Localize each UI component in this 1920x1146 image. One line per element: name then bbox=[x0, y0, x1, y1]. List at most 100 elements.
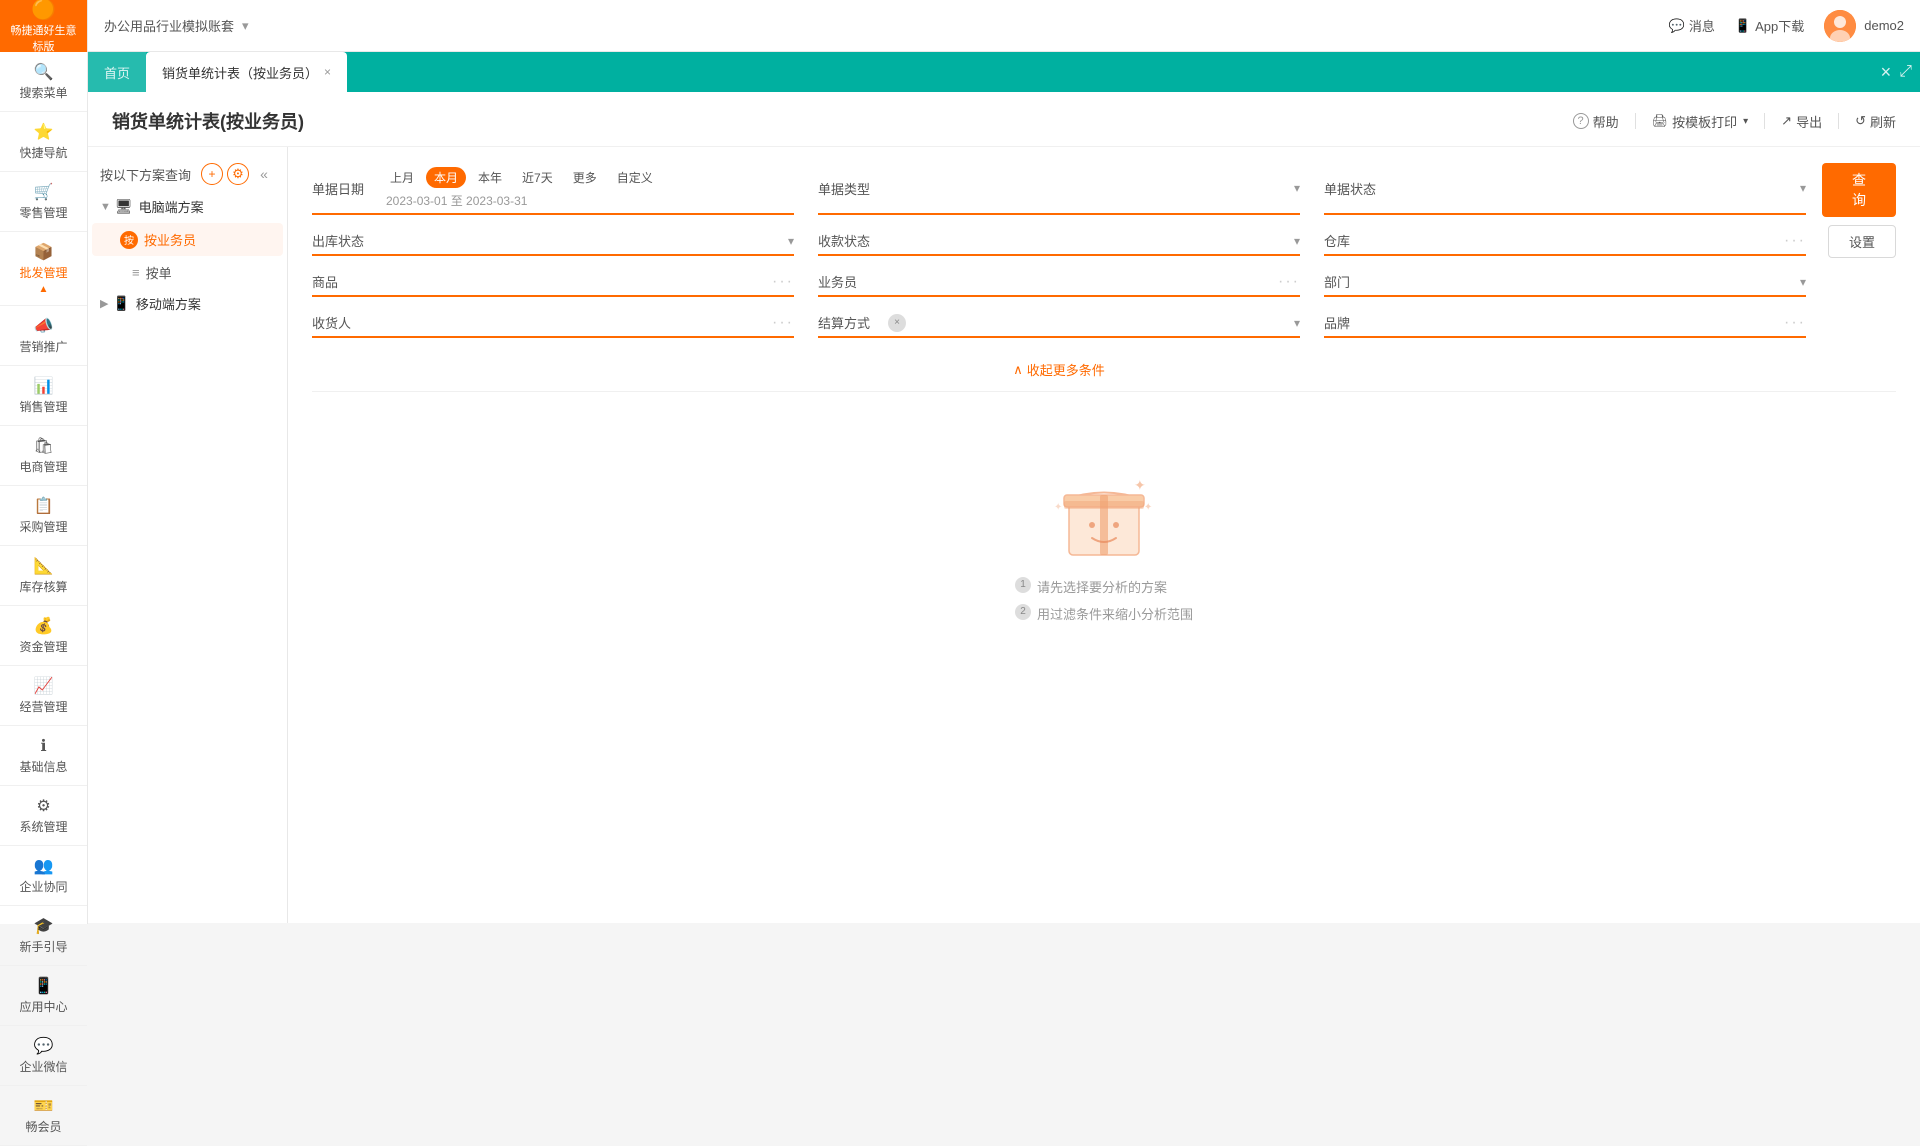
sidebar-item-vip-label: 畅会员 bbox=[4, 1118, 83, 1135]
collapse-scheme-button[interactable]: « bbox=[253, 163, 275, 185]
svg-text:✦: ✦ bbox=[1054, 502, 1062, 513]
scheme-sub-item-by-order[interactable]: ≡ 按单 bbox=[88, 257, 287, 288]
sidebar-item-system[interactable]: ⚙ 系统管理 bbox=[0, 786, 87, 846]
divider-2 bbox=[1764, 113, 1765, 129]
tab-bar-end: × ⤢ bbox=[1881, 62, 1920, 83]
sidebar-item-search[interactable]: 🔍 搜索菜单 bbox=[0, 52, 87, 112]
scheme-item-by-salesman[interactable]: 按 按业务员 bbox=[92, 223, 283, 256]
filter-settlement[interactable]: 结算方式 × ▾ bbox=[818, 309, 1300, 338]
refresh-button[interactable]: ↺ 刷新 bbox=[1855, 112, 1896, 131]
date-btn-custom[interactable]: 自定义 bbox=[609, 167, 661, 188]
doc-type-select[interactable]: ▾ bbox=[888, 181, 1300, 195]
warehouse-select[interactable]: ··· bbox=[1394, 232, 1806, 250]
help-button[interactable]: ? 帮助 bbox=[1573, 112, 1619, 131]
page-title-bar: 销货单统计表(按业务员) ? 帮助 🖨 按模板打印 ▾ ↗ 导出 bbox=[88, 92, 1920, 147]
receiver-input[interactable] bbox=[382, 315, 772, 330]
filter-receipt-status[interactable]: 收款状态 ▾ bbox=[818, 227, 1300, 256]
tab-home[interactable]: 首页 bbox=[88, 52, 146, 92]
settlement-clear-icon[interactable]: × bbox=[888, 314, 906, 332]
sidebar-item-operations[interactable]: 📈 经营管理 bbox=[0, 666, 87, 726]
salesman-select[interactable]: ··· bbox=[888, 273, 1300, 291]
sidebar-item-finance[interactable]: 💰 资金管理 bbox=[0, 606, 87, 666]
scheme-title: 按以下方案查询 bbox=[100, 165, 191, 184]
message-action[interactable]: 💬 消息 bbox=[1669, 16, 1715, 35]
sidebar-item-sales[interactable]: 📊 销售管理 bbox=[0, 366, 87, 426]
sidebar-item-system-label: 系统管理 bbox=[4, 818, 83, 835]
filter-warehouse: 仓库 ··· bbox=[1324, 227, 1806, 256]
query-button[interactable]: 查询 bbox=[1822, 163, 1896, 217]
sidebar-item-newuser[interactable]: 🎓 新手引导 bbox=[0, 906, 87, 966]
sidebar-item-inventory[interactable]: 📐 库存核算 bbox=[0, 546, 87, 606]
goods-select[interactable]: ··· bbox=[382, 273, 794, 291]
receipt-status-select[interactable]: ▾ bbox=[888, 234, 1300, 248]
date-btn-more[interactable]: 更多 bbox=[565, 167, 605, 188]
export-button[interactable]: ↗ 导出 bbox=[1781, 112, 1822, 131]
filter-doc-status[interactable]: 单据状态 ▾ bbox=[1324, 163, 1806, 215]
settings-button[interactable]: 设置 bbox=[1828, 225, 1896, 258]
sidebar-item-collaboration[interactable]: 👥 企业协同 bbox=[0, 846, 87, 906]
svg-text:✦: ✦ bbox=[1134, 477, 1146, 493]
sidebar-item-appcenter[interactable]: 📱 应用中心 bbox=[0, 966, 87, 1026]
sidebar-item-quick-nav[interactable]: ⭐ 快捷导航 bbox=[0, 112, 87, 172]
app-name: 办公用品行业模拟账套 bbox=[104, 16, 234, 35]
appcenter-icon: 📱 bbox=[4, 976, 83, 996]
dept-arrow-icon: ▾ bbox=[1800, 275, 1806, 289]
salesman-dots-icon[interactable]: ··· bbox=[1278, 273, 1300, 291]
filter-doc-type[interactable]: 单据类型 ▾ bbox=[818, 163, 1300, 215]
date-btn-7days[interactable]: 近7天 bbox=[514, 167, 561, 188]
sub-order-icon: ≡ bbox=[132, 265, 140, 280]
print-button[interactable]: 🖨 按模板打印 ▾ bbox=[1652, 112, 1749, 131]
hint-text-2: 用过滤条件来缩小分析范围 bbox=[1037, 603, 1193, 626]
app-download-action[interactable]: 📱 App下载 bbox=[1735, 16, 1804, 35]
empty-text: 1 请先选择要分析的方案 2 用过滤条件来缩小分析范围 bbox=[1015, 576, 1193, 627]
tab-close-icon[interactable]: × bbox=[324, 65, 331, 79]
settlement-select[interactable]: × ▾ bbox=[888, 314, 1300, 332]
sidebar-item-marketing[interactable]: 📣 营销推广 bbox=[0, 306, 87, 366]
collapse-bar: ∧ 收起更多条件 bbox=[312, 350, 1806, 383]
goods-dots-icon[interactable]: ··· bbox=[772, 273, 794, 291]
sidebar-item-wholesale[interactable]: 📦 批发管理 ▲ bbox=[0, 232, 87, 306]
collapse-button[interactable]: ∧ 收起更多条件 bbox=[1013, 360, 1105, 379]
sidebar-item-ecommerce-label: 电商管理 bbox=[4, 458, 83, 475]
sidebar-item-purchase[interactable]: 📋 采购管理 bbox=[0, 486, 87, 546]
doc-type-label: 单据类型 bbox=[818, 179, 888, 198]
doc-status-label: 单据状态 bbox=[1324, 179, 1394, 198]
sales-icon: 📊 bbox=[4, 376, 83, 396]
sidebar-item-quick-nav-label: 快捷导航 bbox=[4, 144, 83, 161]
app-dropdown-icon[interactable]: ▾ bbox=[242, 18, 249, 34]
refresh-label: 刷新 bbox=[1870, 112, 1896, 131]
avatar bbox=[1824, 10, 1856, 42]
brand-select[interactable]: ··· bbox=[1394, 314, 1806, 332]
print-label: 按模板打印 bbox=[1672, 112, 1737, 131]
tab-sales-stat[interactable]: 销货单统计表（按业务员） × bbox=[146, 52, 347, 92]
doc-status-select[interactable]: ▾ bbox=[1394, 181, 1806, 195]
sidebar-item-vip[interactable]: 🎫 畅会员 bbox=[0, 1086, 87, 1146]
date-btn-this-month[interactable]: 本月 bbox=[426, 167, 466, 188]
sidebar-item-ecommerce[interactable]: 🛍 电商管理 bbox=[0, 426, 87, 486]
warehouse-dots-icon[interactable]: ··· bbox=[1784, 232, 1806, 250]
date-btn-this-year[interactable]: 本年 bbox=[470, 167, 510, 188]
out-status-select[interactable]: ▾ bbox=[382, 234, 794, 248]
app-download-label: App下载 bbox=[1755, 16, 1804, 35]
group-desktop-icon: 🖥 bbox=[115, 198, 133, 215]
settings-scheme-button[interactable]: ⚙ bbox=[227, 163, 249, 185]
date-btn-last-month[interactable]: 上月 bbox=[382, 167, 422, 188]
help-label: 帮助 bbox=[1593, 112, 1619, 131]
add-scheme-button[interactable]: + bbox=[201, 163, 223, 185]
user-area[interactable]: demo2 bbox=[1824, 10, 1904, 42]
sidebar-item-wechat[interactable]: 💬 企业微信 bbox=[0, 1026, 87, 1086]
sidebar-item-basic-info[interactable]: ℹ 基础信息 bbox=[0, 726, 87, 786]
scheme-group-mobile: ▶ 📱 移动端方案 bbox=[88, 288, 287, 319]
scheme-group-desktop-header[interactable]: ▼ 🖥 电脑端方案 bbox=[88, 191, 287, 222]
brand-dots-icon[interactable]: ··· bbox=[1784, 314, 1806, 332]
tab-close-all-button[interactable]: × bbox=[1881, 62, 1892, 83]
filter-dept[interactable]: 部门 ▾ bbox=[1324, 268, 1806, 297]
dept-select[interactable]: ▾ bbox=[1394, 275, 1806, 289]
header-right-actions: 💬 消息 📱 App下载 demo2 bbox=[1669, 10, 1904, 42]
item-dot-salesman: 按 bbox=[120, 231, 138, 249]
filter-out-status[interactable]: 出库状态 ▾ bbox=[312, 227, 794, 256]
receiver-dots-icon[interactable]: ··· bbox=[772, 314, 794, 332]
sidebar-item-retail[interactable]: 🛒 零售管理 bbox=[0, 172, 87, 232]
tab-maximize-button[interactable]: ⤢ bbox=[1899, 63, 1912, 81]
scheme-group-mobile-header[interactable]: ▶ 📱 移动端方案 bbox=[88, 288, 287, 319]
